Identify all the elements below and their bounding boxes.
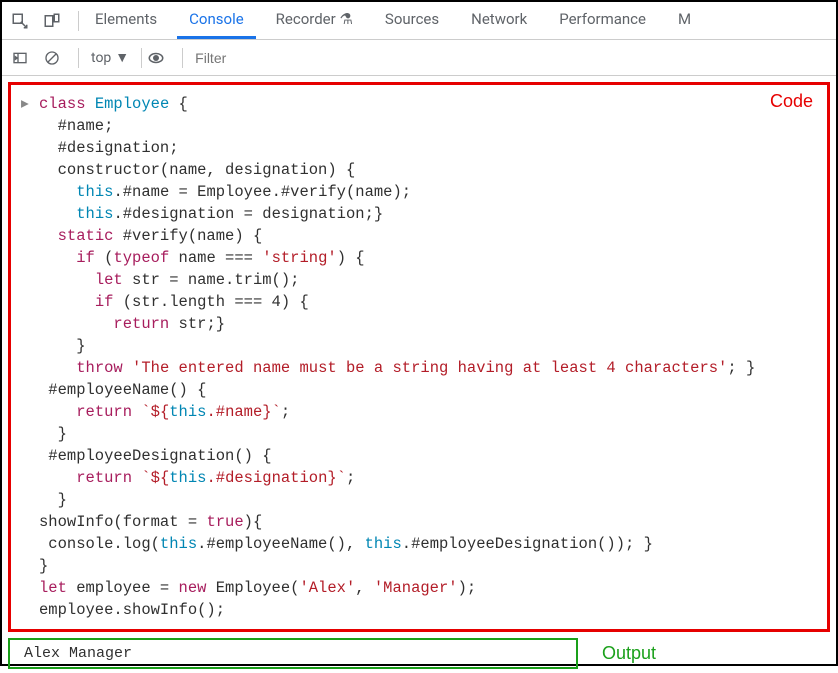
sidebar-toggle-icon[interactable] <box>10 48 30 68</box>
expand-arrow-icon[interactable]: ▸ <box>21 93 39 115</box>
tab-more[interactable]: M <box>666 2 703 39</box>
tab-network[interactable]: Network <box>459 2 539 39</box>
inspect-icon[interactable] <box>10 11 30 31</box>
console-area: Code ▸class Employee { #name; #designati… <box>2 76 836 673</box>
tabs-row: Elements Console Recorder ⚗ Sources Netw… <box>83 2 703 39</box>
output-box: Alex Manager <box>8 638 578 669</box>
tab-recorder[interactable]: Recorder ⚗ <box>264 2 365 39</box>
context-label: top <box>91 50 111 66</box>
divider <box>78 11 79 31</box>
chevron-down-icon: ▼ <box>115 49 129 66</box>
divider <box>78 48 79 68</box>
console-toolbar: top ▼ <box>2 40 836 76</box>
output-label: Output <box>602 643 656 664</box>
code-box: Code ▸class Employee { #name; #designati… <box>8 82 830 632</box>
tab-console[interactable]: Console <box>177 2 256 39</box>
output-row: Alex Manager Output <box>8 638 830 669</box>
code-content[interactable]: ▸class Employee { #name; #designation; c… <box>21 93 817 621</box>
divider <box>141 48 142 68</box>
tab-sources[interactable]: Sources <box>373 2 451 39</box>
tab-recorder-label: Recorder <box>276 10 336 28</box>
flask-icon: ⚗ <box>339 10 352 28</box>
clear-console-icon[interactable] <box>42 48 62 68</box>
code-label: Code <box>770 91 813 112</box>
tab-performance[interactable]: Performance <box>547 2 658 39</box>
divider <box>182 48 183 68</box>
device-toggle-icon[interactable] <box>42 11 62 31</box>
tab-elements[interactable]: Elements <box>83 2 169 39</box>
context-selector[interactable]: top ▼ <box>83 49 137 66</box>
live-expression-icon[interactable] <box>146 48 166 68</box>
filter-input[interactable] <box>195 50 395 66</box>
devtools-header: Elements Console Recorder ⚗ Sources Netw… <box>2 2 836 40</box>
